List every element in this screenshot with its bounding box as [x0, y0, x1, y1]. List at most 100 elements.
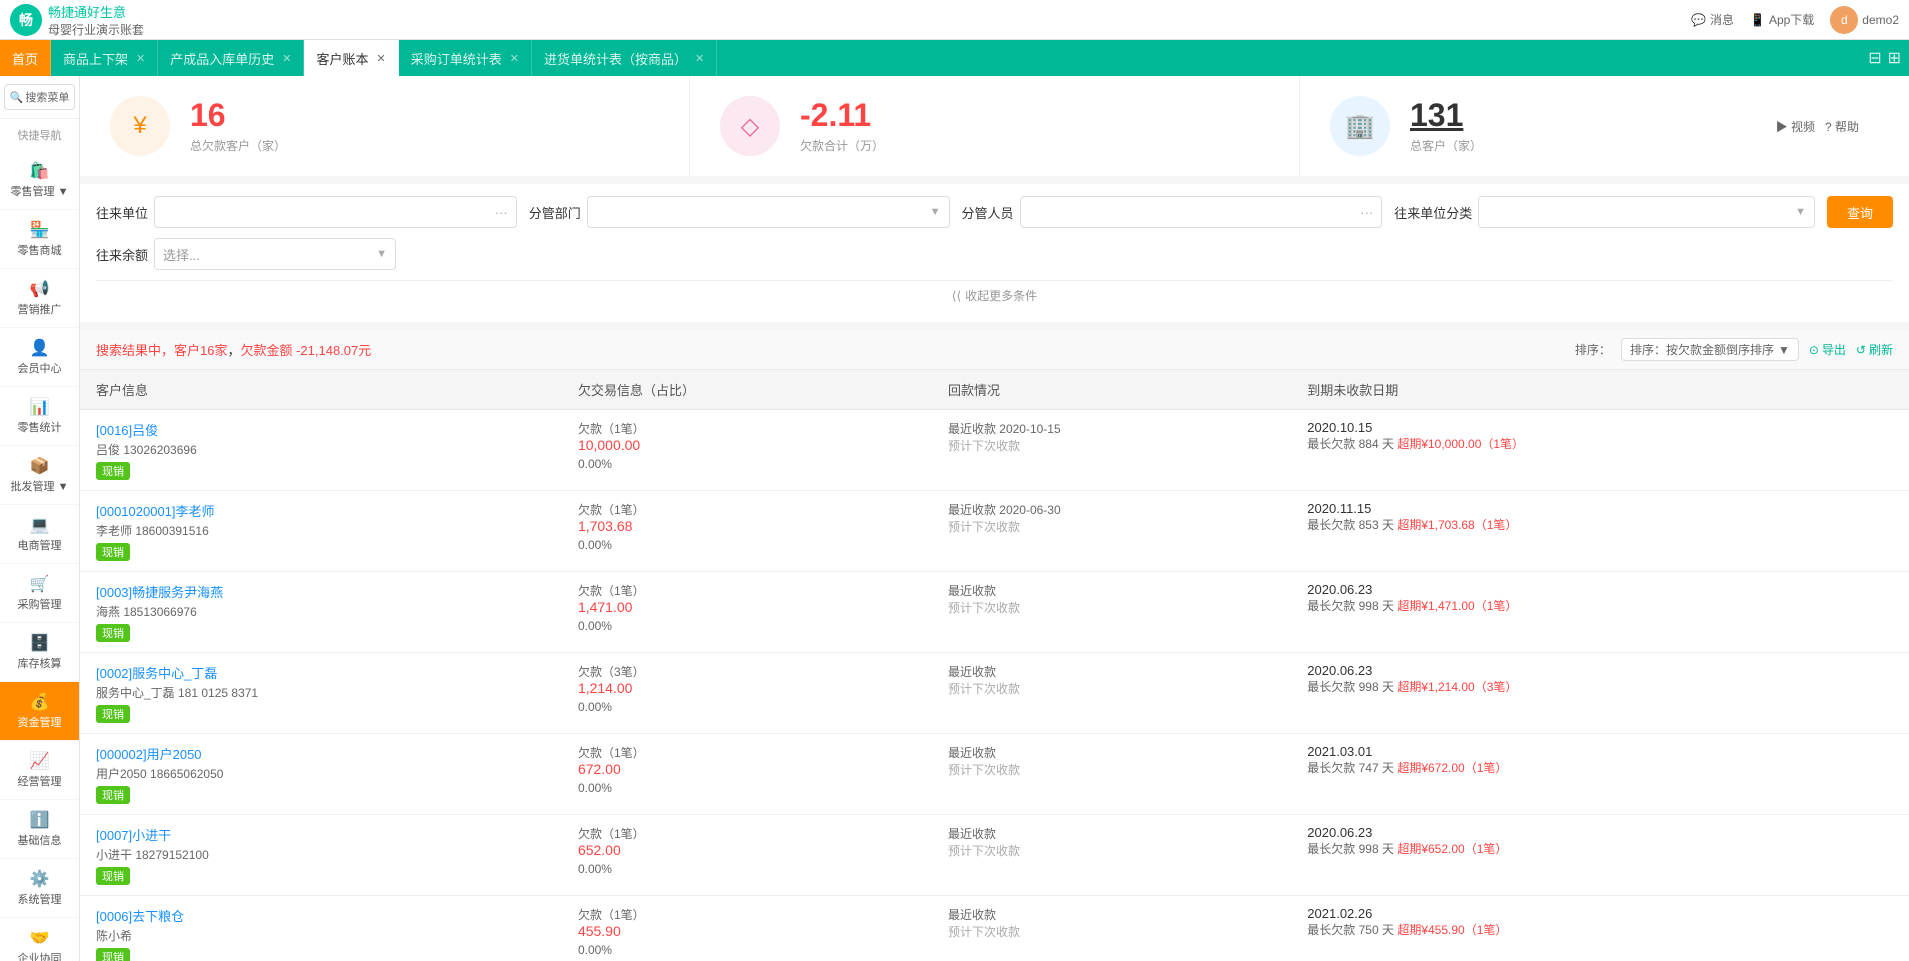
sidebar-item-retail-mgmt[interactable]: 🛍️ 零售管理 ▼	[0, 151, 79, 210]
cell-collection-5: 最近收款 预计下次收款	[932, 815, 1291, 896]
sidebar-item-member[interactable]: 👤 会员中心	[0, 328, 79, 387]
inventory-icon: 🗄️	[4, 633, 75, 653]
customer-tag-5: 现销	[96, 867, 130, 885]
member-icon: 👤	[4, 338, 75, 358]
customer-name-5[interactable]: [0007]小进干	[96, 825, 546, 844]
overdue-amount-2[interactable]: 超期¥1,471.00（1笔）	[1397, 599, 1517, 613]
cell-debt-4: 欠款（1笔） 672.00 0.00%	[562, 734, 932, 815]
customer-name-2[interactable]: [0003]畅捷服务尹海燕	[96, 582, 546, 601]
sort-button[interactable]: 排序：按欠款金额倒序排序 ▼	[1621, 338, 1799, 361]
chevron-down-icon-3: ▼	[376, 248, 387, 260]
debt-customers-label: 总欠款客户（家）	[190, 137, 659, 154]
customer-tag-2: 现销	[96, 624, 130, 642]
app-download-btn[interactable]: 📱 App下载	[1750, 11, 1814, 28]
search-menu-button[interactable]: 🔍 搜索菜单	[4, 84, 75, 110]
debt-amount-4[interactable]: 672.00	[578, 761, 916, 777]
overdue-days-0: 最长欠款 884 天 超期¥10,000.00（1笔）	[1307, 435, 1893, 452]
tab-minimize-btn[interactable]: ⊟	[1868, 48, 1881, 68]
view-video-btn[interactable]: ▶ 视频	[1776, 118, 1815, 135]
overdue-days-3: 最长欠款 998 天 超期¥1,214.00（3笔）	[1307, 678, 1893, 695]
debt-amount-2[interactable]: 1,471.00	[578, 599, 916, 615]
debt-amount-1[interactable]: 1,703.68	[578, 518, 916, 534]
sidebar-item-business[interactable]: 📈 经营管理	[0, 741, 79, 800]
debt-total-number: -2.11	[800, 98, 1269, 133]
cell-debt-1: 欠款（1笔） 1,703.68 0.00%	[562, 491, 932, 572]
debt-amount-5[interactable]: 652.00	[578, 842, 916, 858]
sidebar-item-marketing[interactable]: 📢 营销推广	[0, 269, 79, 328]
overdue-amount-5[interactable]: 超期¥652.00（1笔）	[1397, 842, 1507, 856]
filter-balance-select[interactable]: 选择... ▼	[154, 238, 396, 270]
tab-close-purchase[interactable]: ✕	[510, 52, 519, 65]
help-icon: ?	[1825, 120, 1832, 134]
filter-category-select[interactable]: ▼	[1478, 196, 1815, 228]
tab-close-production[interactable]: ✕	[282, 52, 291, 65]
cell-due-5: 2020.06.23 最长欠款 998 天 超期¥652.00（1笔）	[1291, 815, 1909, 896]
sidebar-item-basic-info[interactable]: ℹ️ 基础信息	[0, 800, 79, 859]
th-debt-info: 欠交易信息（占比）	[562, 370, 932, 410]
video-icon: ▶	[1776, 120, 1788, 134]
cell-debt-3: 欠款（3笔） 1,214.00 0.00%	[562, 653, 932, 734]
customer-phone-0: 吕俊 13026203696	[96, 441, 546, 458]
refresh-btn[interactable]: ↺ 刷新	[1856, 341, 1893, 358]
tab-production[interactable]: 产成品入库单历史 ✕	[158, 40, 304, 76]
debt-amount-3[interactable]: 1,214.00	[578, 680, 916, 696]
sidebar-item-enterprise[interactable]: 🤝 企业协同	[0, 918, 79, 961]
sidebar-item-capital[interactable]: 💰 资金管理	[0, 682, 79, 741]
next-collect-4: 预计下次收款	[948, 761, 1275, 778]
tab-maximize-btn[interactable]: ⊞	[1888, 48, 1901, 68]
customer-name-6[interactable]: [0006]去下粮仓	[96, 906, 546, 925]
tab-bar-right: ⊟ ⊞	[1868, 48, 1909, 68]
overdue-amount-3[interactable]: 超期¥1,214.00（3笔）	[1397, 680, 1517, 694]
sidebar-item-purchase[interactable]: 🛒 采购管理	[0, 564, 79, 623]
filter-unit-input[interactable]: ···	[154, 196, 517, 228]
tab-close-products[interactable]: ✕	[136, 52, 145, 65]
th-collection: 回款情况	[932, 370, 1291, 410]
help-btn[interactable]: ? 帮助	[1825, 118, 1859, 135]
customer-name-1[interactable]: [0001020001]李老师	[96, 501, 546, 520]
collapse-filters-btn[interactable]: ⟨⟨ 收起更多条件	[96, 280, 1893, 310]
overdue-amount-4[interactable]: 超期¥672.00（1笔）	[1397, 761, 1507, 775]
capital-icon: 💰	[4, 692, 75, 712]
tab-purchase[interactable]: 采购订单统计表 ✕	[399, 40, 532, 76]
search-button[interactable]: 查询	[1827, 196, 1893, 228]
tab-products[interactable]: 商品上下架 ✕	[51, 40, 158, 76]
customer-name-4[interactable]: [000002]用户2050	[96, 744, 546, 763]
export-btn[interactable]: ⊙ 导出	[1809, 341, 1846, 358]
tab-home[interactable]: 首页	[0, 40, 51, 76]
sidebar-item-inventory[interactable]: 🗄️ 库存核算	[0, 623, 79, 682]
sidebar-item-retail-stats[interactable]: 📊 零售统计	[0, 387, 79, 446]
tab-close-inbound[interactable]: ✕	[695, 52, 704, 65]
user-profile[interactable]: d demo2	[1830, 6, 1899, 34]
mobile-icon: 📱	[1750, 13, 1765, 27]
sidebar-item-system[interactable]: ⚙️ 系统管理	[0, 859, 79, 918]
filter-row-2: 往来余额 选择... ▼	[96, 238, 1893, 270]
customer-name-3[interactable]: [0002]服务中心_丁磊	[96, 663, 546, 682]
overdue-amount-6[interactable]: 超期¥455.90（1笔）	[1397, 923, 1507, 937]
overdue-amount-1[interactable]: 超期¥1,703.68（1笔）	[1397, 518, 1517, 532]
filter-person-input[interactable]: ···	[1020, 196, 1383, 228]
cell-due-2: 2020.06.23 最长欠款 998 天 超期¥1,471.00（1笔）	[1291, 572, 1909, 653]
results-header: 搜索结果中，客户16家，欠款金额 -21,148.07元 排序： 排序：按欠款金…	[80, 330, 1909, 370]
sidebar-item-ecommerce[interactable]: 💻 电商管理	[0, 505, 79, 564]
debt-amount-6[interactable]: 455.90	[578, 923, 916, 939]
tab-close-customer[interactable]: ✕	[377, 52, 386, 65]
message-icon: 💬	[1691, 13, 1706, 27]
sidebar-item-retail-mall[interactable]: 🏪 零售商城	[0, 210, 79, 269]
sidebar: 🔍 搜索菜单 快捷导航 🛍️ 零售管理 ▼ 🏪 零售商城 📢 营销推广 👤 会员…	[0, 76, 80, 961]
customer-phone-4: 用户2050 18665062050	[96, 765, 546, 782]
message-btn[interactable]: 💬 消息	[1691, 11, 1734, 28]
debt-customers-number: 16	[190, 98, 659, 133]
filter-dept-select[interactable]: ▼	[587, 196, 950, 228]
sidebar-item-batch-mgmt[interactable]: 📦 批发管理 ▼	[0, 446, 79, 505]
cell-collection-2: 最近收款 预计下次收款	[932, 572, 1291, 653]
overdue-days-6: 最长欠款 750 天 超期¥455.90（1笔）	[1307, 921, 1893, 938]
next-collect-5: 预计下次收款	[948, 842, 1275, 859]
customer-tag-6: 现销	[96, 948, 130, 961]
overdue-amount-0[interactable]: 超期¥10,000.00（1笔）	[1397, 437, 1524, 451]
customer-name-0[interactable]: [0016]吕俊	[96, 420, 546, 439]
tab-inbound[interactable]: 进货单统计表（按商品） ✕	[532, 40, 717, 76]
debt-customers-icon: ¥	[110, 96, 170, 156]
tab-customer[interactable]: 客户账本 ✕	[304, 40, 398, 76]
next-collect-3: 预计下次收款	[948, 680, 1275, 697]
debt-amount-0[interactable]: 10,000.00	[578, 437, 916, 453]
